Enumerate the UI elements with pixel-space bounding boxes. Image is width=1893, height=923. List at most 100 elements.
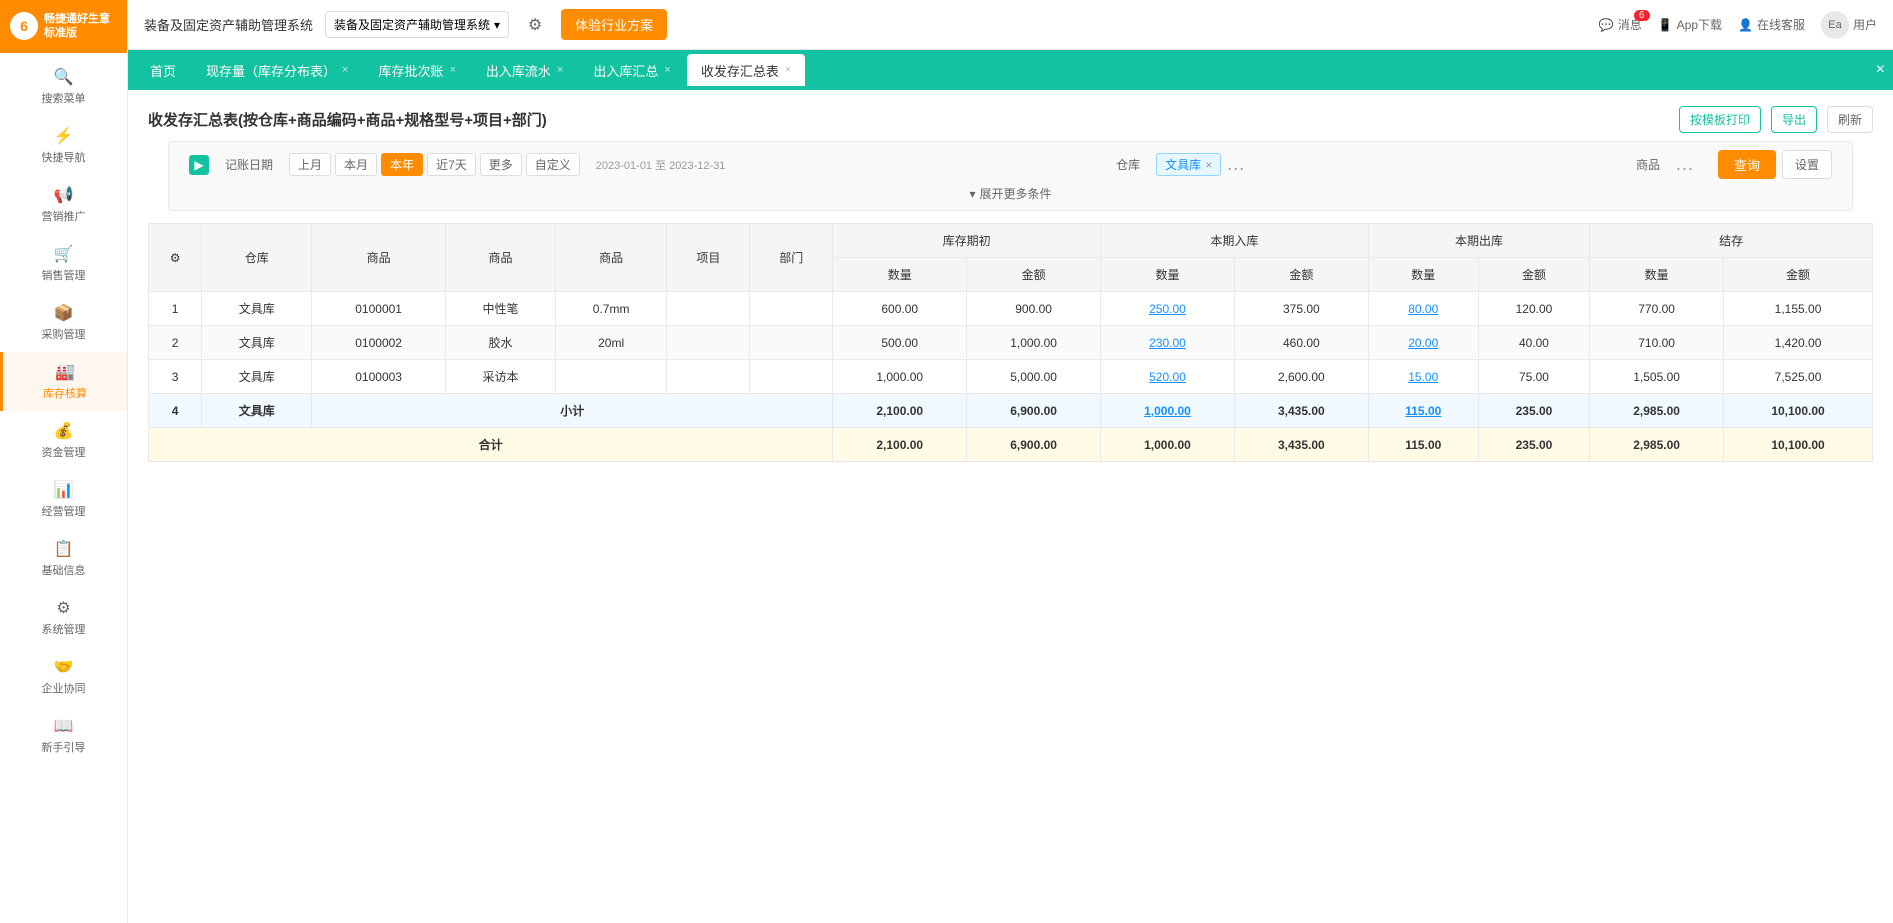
nav-tab-in_out_flow[interactable]: 出入库流水× (472, 54, 577, 86)
sidebar-item-search[interactable]: 🔍搜索菜单 (0, 57, 127, 116)
sidebar-item-operation[interactable]: 📊经营管理 (0, 470, 127, 529)
logo-text: 畅捷通好生意 标准版 (44, 12, 110, 41)
sidebar-item-purchase[interactable]: 📦采购管理 (0, 293, 127, 352)
online-service-item[interactable]: 👤 在线客服 (1738, 16, 1805, 33)
warehouse-more[interactable]: ... (1227, 154, 1245, 175)
sidebar-label-basic: 基础信息 (42, 562, 86, 578)
filter-settings-button[interactable]: 设置 (1782, 150, 1832, 179)
app-download-item[interactable]: 📱 App下载 (1658, 16, 1722, 33)
goods-filter: ... (1676, 154, 1694, 175)
cell-total-open-qty: 2,100.00 (833, 428, 967, 462)
message-badge: 6 (1634, 10, 1650, 21)
th-in-qty: 数量 (1101, 258, 1235, 292)
table-row: 1 文具库 0100001 中性笔 0.7mm 600.00 900.00 25… (149, 292, 1873, 326)
tab-label-in_out_summary: 出入库汇总 (593, 61, 658, 80)
th-warehouse: 仓库 (202, 224, 312, 292)
sidebar-item-marketing[interactable]: 📢营销推广 (0, 175, 127, 234)
filter-bar: ▶ 记账日期 上月本月本年近7天更多自定义 2023-01-01 至 2023-… (168, 141, 1853, 211)
th-project: 项目 (667, 224, 750, 292)
date-btn-本月[interactable]: 本月 (335, 153, 377, 176)
cell-out-qty[interactable]: 80.00 (1368, 292, 1478, 326)
cell-goods-name: 中性笔 (446, 292, 556, 326)
th-open-qty: 数量 (833, 258, 967, 292)
trial-button[interactable]: 体验行业方案 (561, 9, 667, 40)
goods-more[interactable]: ... (1676, 154, 1694, 175)
export-button[interactable]: 导出 (1771, 106, 1817, 133)
cell-in-amt: 2,600.00 (1234, 360, 1368, 394)
cell-in-amt: 375.00 (1234, 292, 1368, 326)
th-goods-code: 商品 (312, 224, 446, 292)
sidebar-item-enterprise[interactable]: 🤝企业协同 (0, 647, 127, 706)
expand-button[interactable]: ▾ 展开更多条件 (969, 185, 1051, 202)
cell-goods-code: 0100003 (312, 360, 446, 394)
print-button[interactable]: 按模板打印 (1679, 106, 1761, 133)
sidebar-item-finance[interactable]: 💰资金管理 (0, 411, 127, 470)
nav-tab-batch_ledger[interactable]: 库存批次账 × (364, 54, 469, 86)
message-icon: 💬 (1599, 18, 1614, 32)
sidebar-label-enterprise: 企业协同 (42, 680, 86, 696)
sidebar-item-inventory[interactable]: 🏭库存核算 (0, 352, 127, 411)
cell-out-qty[interactable]: 15.00 (1368, 360, 1478, 394)
cell-in-qty[interactable]: 230.00 (1101, 326, 1235, 360)
cell-sub-no: 4 (149, 394, 202, 428)
date-btn-上月[interactable]: 上月 (289, 153, 331, 176)
sidebar-label-guide: 新手引导 (42, 739, 86, 755)
goods-label: 商品 (1636, 156, 1660, 173)
cell-bal-amt: 1,420.00 (1724, 326, 1873, 360)
sidebar-label-marketing: 营销推广 (42, 208, 86, 224)
nav-tab-recv_send_summary[interactable]: 收发存汇总表× (687, 54, 805, 86)
sidebar-menu: 🔍搜索菜单⚡快捷导航📢营销推广🛒销售管理📦采购管理🏭库存核算💰资金管理📊经营管理… (0, 53, 127, 923)
date-btn-更多[interactable]: 更多 (480, 153, 522, 176)
date-range: 2023-01-01 至 2023-12-31 (596, 157, 726, 173)
cell-goods-spec: 20ml (555, 326, 666, 360)
system-icon: ⚙ (56, 598, 70, 618)
download-icon: 📱 (1658, 18, 1673, 32)
search-icon: 🔍 (54, 67, 74, 87)
system-dropdown[interactable]: 装备及固定资产辅助管理系统 ▾ (325, 11, 509, 38)
cell-open-amt: 5,000.00 (967, 360, 1101, 394)
cell-goods-name: 胶水 (446, 326, 556, 360)
th-open-amt: 金额 (967, 258, 1101, 292)
cell-total-label: 合计 (149, 428, 833, 462)
th-goods-spec: 商品 (555, 224, 666, 292)
tab-close-in_out_summary[interactable]: × (664, 64, 670, 76)
sidebar-item-guide[interactable]: 📖新手引导 (0, 706, 127, 765)
sidebar-item-basic[interactable]: 📋基础信息 (0, 529, 127, 588)
date-btn-自定义[interactable]: 自定义 (526, 153, 580, 176)
nav-tab-in_out_summary[interactable]: 出入库汇总 × (579, 54, 684, 86)
remove-warehouse[interactable]: × (1205, 158, 1212, 172)
refresh-button[interactable]: 刷新 (1827, 106, 1873, 133)
sidebar-item-system[interactable]: ⚙系统管理 (0, 588, 127, 647)
settings-gear-icon[interactable]: ⚙ (521, 11, 549, 39)
nav-tab-home[interactable]: 首页 (136, 54, 190, 86)
page-header: 收发存汇总表(按仓库+商品编码+商品+规格型号+项目+部门) 按模板打印 导出 … (128, 90, 1893, 141)
cell-goods-spec: 0.7mm (555, 292, 666, 326)
tab-close-recv_send_summary[interactable]: × (785, 64, 791, 76)
filter-collapse-btn[interactable]: ▶ (189, 155, 209, 175)
tab-close-batch_ledger[interactable]: × (449, 64, 455, 76)
date-btn-本年[interactable]: 本年 (381, 153, 423, 176)
cell-sub-open-qty: 2,100.00 (833, 394, 967, 428)
sidebar-label-quick: 快捷导航 (42, 149, 86, 165)
avatar: Ea (1821, 11, 1849, 39)
query-button[interactable]: 查询 (1718, 150, 1776, 179)
tab-close-in_out_flow[interactable]: × (557, 64, 563, 76)
th-settings[interactable]: ⚙ (149, 224, 202, 292)
sidebar-item-sales[interactable]: 🛒销售管理 (0, 234, 127, 293)
tab-close-stock_dist[interactable]: × (342, 64, 348, 76)
date-btn-近7天[interactable]: 近7天 (427, 153, 476, 176)
system-name: 装备及固定资产辅助管理系统 (144, 15, 313, 34)
sidebar-item-quick[interactable]: ⚡快捷导航 (0, 116, 127, 175)
message-icon-item[interactable]: 💬 消息 6 (1599, 16, 1642, 33)
user-item[interactable]: Ea 用户 (1821, 11, 1877, 39)
cell-sub-out-qty: 115.00 (1368, 394, 1478, 428)
tab-label-batch_ledger: 库存批次账 (378, 61, 443, 80)
cell-in-qty[interactable]: 520.00 (1101, 360, 1235, 394)
warehouse-tag: 文具库 × (1156, 153, 1221, 176)
nav-tab-stock_dist[interactable]: 现存量（库存分布表）× (192, 54, 362, 86)
cell-warehouse: 文具库 (202, 292, 312, 326)
cell-in-qty[interactable]: 250.00 (1101, 292, 1235, 326)
cell-out-qty[interactable]: 20.00 (1368, 326, 1478, 360)
close-all-tabs[interactable]: × (1876, 61, 1885, 79)
cell-total-out-amt: 235.00 (1478, 428, 1589, 462)
